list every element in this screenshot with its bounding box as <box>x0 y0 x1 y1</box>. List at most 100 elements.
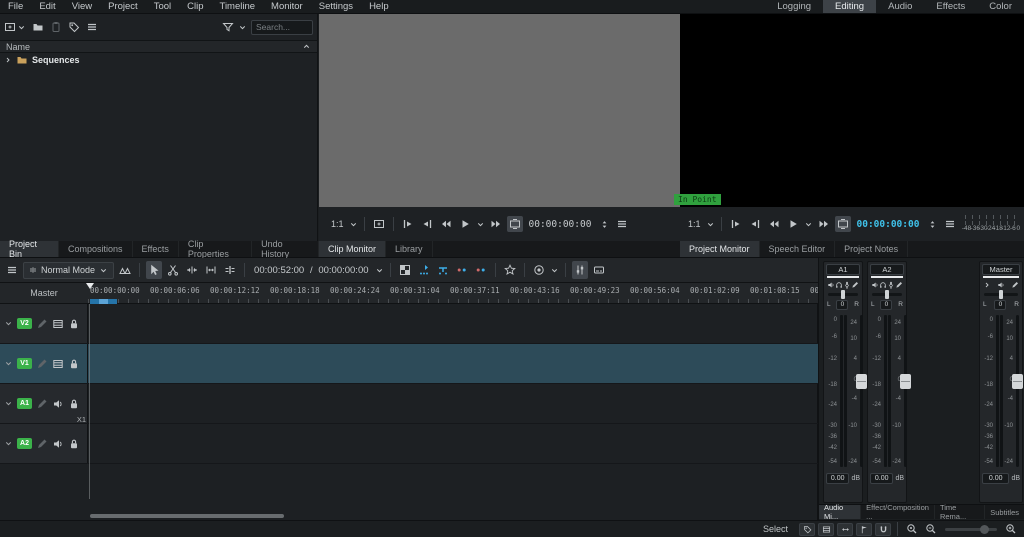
zone-in-button[interactable] <box>728 216 744 232</box>
lock-icon[interactable] <box>68 438 80 450</box>
panel-tab-clip-properties[interactable]: Clip Properties <box>179 239 253 259</box>
menu-help[interactable]: Help <box>361 0 397 14</box>
track-row-a1[interactable]: A1 <box>0 384 818 424</box>
mixer-tab-audio-mi[interactable]: Audio Mi... <box>819 503 862 521</box>
paste-button[interactable] <box>50 21 62 33</box>
timeline-timecode[interactable]: 00:00:52:00 / 00:00:00:00 <box>251 265 371 276</box>
rewind-button[interactable] <box>438 216 454 232</box>
chevron-down-icon[interactable] <box>4 319 13 328</box>
play-caret-icon[interactable] <box>476 220 485 229</box>
play-caret-icon[interactable] <box>804 220 813 229</box>
pan-handle[interactable] <box>999 290 1003 299</box>
bin-tree-header[interactable]: Name <box>0 40 317 53</box>
gain-value[interactable]: 0.00 <box>982 473 1010 484</box>
caret-down-icon[interactable] <box>706 220 715 229</box>
favorite-effects-button[interactable] <box>502 261 518 279</box>
mute-speaker-icon[interactable] <box>871 281 879 289</box>
project-monitor-timecode[interactable]: 00:00:00:00 <box>854 219 923 230</box>
mixer-strip-name-button[interactable]: A1 <box>826 264 860 275</box>
fader-handle[interactable] <box>856 374 867 390</box>
volume-fader[interactable] <box>1012 315 1023 467</box>
caret-down-icon[interactable] <box>349 220 358 229</box>
forward-button[interactable] <box>488 216 504 232</box>
monitor-tab-project-notes[interactable]: Project Notes <box>835 241 909 257</box>
zone-out-button[interactable] <box>747 216 763 232</box>
caret-down-icon[interactable] <box>17 23 26 32</box>
fader-handle[interactable] <box>1012 374 1023 390</box>
insert-zone-button[interactable] <box>416 261 432 279</box>
pencil-icon[interactable] <box>36 438 48 450</box>
bin-item-sequences[interactable]: Sequences <box>0 53 317 66</box>
lock-icon[interactable] <box>68 398 80 410</box>
monitor-tab-project-monitor[interactable]: Project Monitor <box>680 241 760 257</box>
menu-project[interactable]: Project <box>100 0 146 14</box>
track-lane-a2[interactable] <box>88 424 818 463</box>
tags-button[interactable] <box>68 21 80 33</box>
create-folder-button[interactable] <box>32 21 44 33</box>
zone-out-button[interactable] <box>419 216 435 232</box>
zoom-in-button[interactable] <box>1003 521 1019 537</box>
record-mic-icon[interactable] <box>887 281 895 289</box>
proj-zoom-level-button[interactable]: 1:1 <box>686 219 703 229</box>
lift-zone-button[interactable] <box>473 261 489 279</box>
caret-down-icon[interactable] <box>550 266 559 275</box>
chevron-right-icon[interactable] <box>983 281 991 289</box>
play-button[interactable] <box>457 216 473 232</box>
mixer-strip-name-button[interactable]: A2 <box>870 264 904 275</box>
panel-tab-undo-history[interactable]: Undo History <box>252 239 319 259</box>
balance-value[interactable]: 0 <box>836 299 849 310</box>
preview-render-button[interactable] <box>531 261 547 279</box>
pencil-icon[interactable] <box>36 398 48 410</box>
project-monitor-menu-button[interactable] <box>942 216 958 232</box>
gain-value[interactable]: 0.00 <box>870 473 894 484</box>
timecode-spinner[interactable] <box>597 216 611 232</box>
play-button[interactable] <box>785 216 801 232</box>
timeline-ruler[interactable]: 00:00:00:00 00:00:06:06 00:00:12:12 00:00:1… <box>88 283 860 304</box>
chevron-down-icon[interactable] <box>4 439 13 448</box>
pan-slider[interactable] <box>984 290 1018 299</box>
track-lane-v1[interactable] <box>88 344 818 383</box>
mix-clips-button[interactable] <box>117 261 133 279</box>
selection-tool-button[interactable] <box>146 261 163 279</box>
speaker-icon[interactable] <box>52 438 64 450</box>
clip-monitor-display[interactable] <box>319 14 680 207</box>
menu-tool[interactable]: Tool <box>146 0 179 14</box>
workspace-tab-color[interactable]: Color <box>977 0 1024 13</box>
track-target-badge[interactable]: A1 <box>17 398 32 409</box>
clip-zoom-level-button[interactable]: 1:1 <box>329 219 346 229</box>
zoom-out-button[interactable] <box>923 521 939 537</box>
film-icon[interactable] <box>52 358 64 370</box>
pencil-icon[interactable] <box>36 318 48 330</box>
fader-handle[interactable] <box>900 374 911 390</box>
volume-fader[interactable] <box>900 315 911 467</box>
mixer-strip-name-button[interactable]: Master <box>982 264 1020 275</box>
workspace-tab-effects[interactable]: Effects <box>924 0 977 13</box>
pan-slider[interactable] <box>828 290 858 299</box>
chevron-down-icon[interactable] <box>4 399 13 408</box>
forward-button[interactable] <box>816 216 832 232</box>
track-header-a2[interactable]: A2 <box>0 424 88 463</box>
monitor-tab-library[interactable]: Library <box>386 241 433 257</box>
panel-tab-effects[interactable]: Effects <box>133 241 179 257</box>
mute-speaker-icon[interactable] <box>997 281 1005 289</box>
panel-tab-compositions[interactable]: Compositions <box>59 241 133 257</box>
balance-value[interactable]: 0 <box>994 299 1007 310</box>
pen-icon[interactable] <box>895 281 903 289</box>
sort-ascending-icon[interactable] <box>302 42 311 51</box>
solo-headphones-icon[interactable] <box>835 281 843 289</box>
lock-icon[interactable] <box>68 358 80 370</box>
filter-caret-icon[interactable] <box>238 23 247 32</box>
record-mic-icon[interactable] <box>843 281 851 289</box>
pencil-icon[interactable] <box>36 358 48 370</box>
track-target-badge[interactable]: A2 <box>17 438 32 449</box>
add-clip-button[interactable] <box>4 21 26 33</box>
zone-in-button[interactable] <box>400 216 416 232</box>
video-thumbnails-toggle-button[interactable] <box>818 522 834 536</box>
menu-file[interactable]: File <box>0 0 31 14</box>
bin-menu-button[interactable] <box>86 21 98 33</box>
snap-toggle-button[interactable] <box>875 522 891 536</box>
timeline-zoom-slider[interactable] <box>945 524 997 534</box>
pen-icon[interactable] <box>851 281 859 289</box>
markers-toggle-button[interactable] <box>856 522 872 536</box>
loop-zone-button[interactable] <box>506 216 523 232</box>
